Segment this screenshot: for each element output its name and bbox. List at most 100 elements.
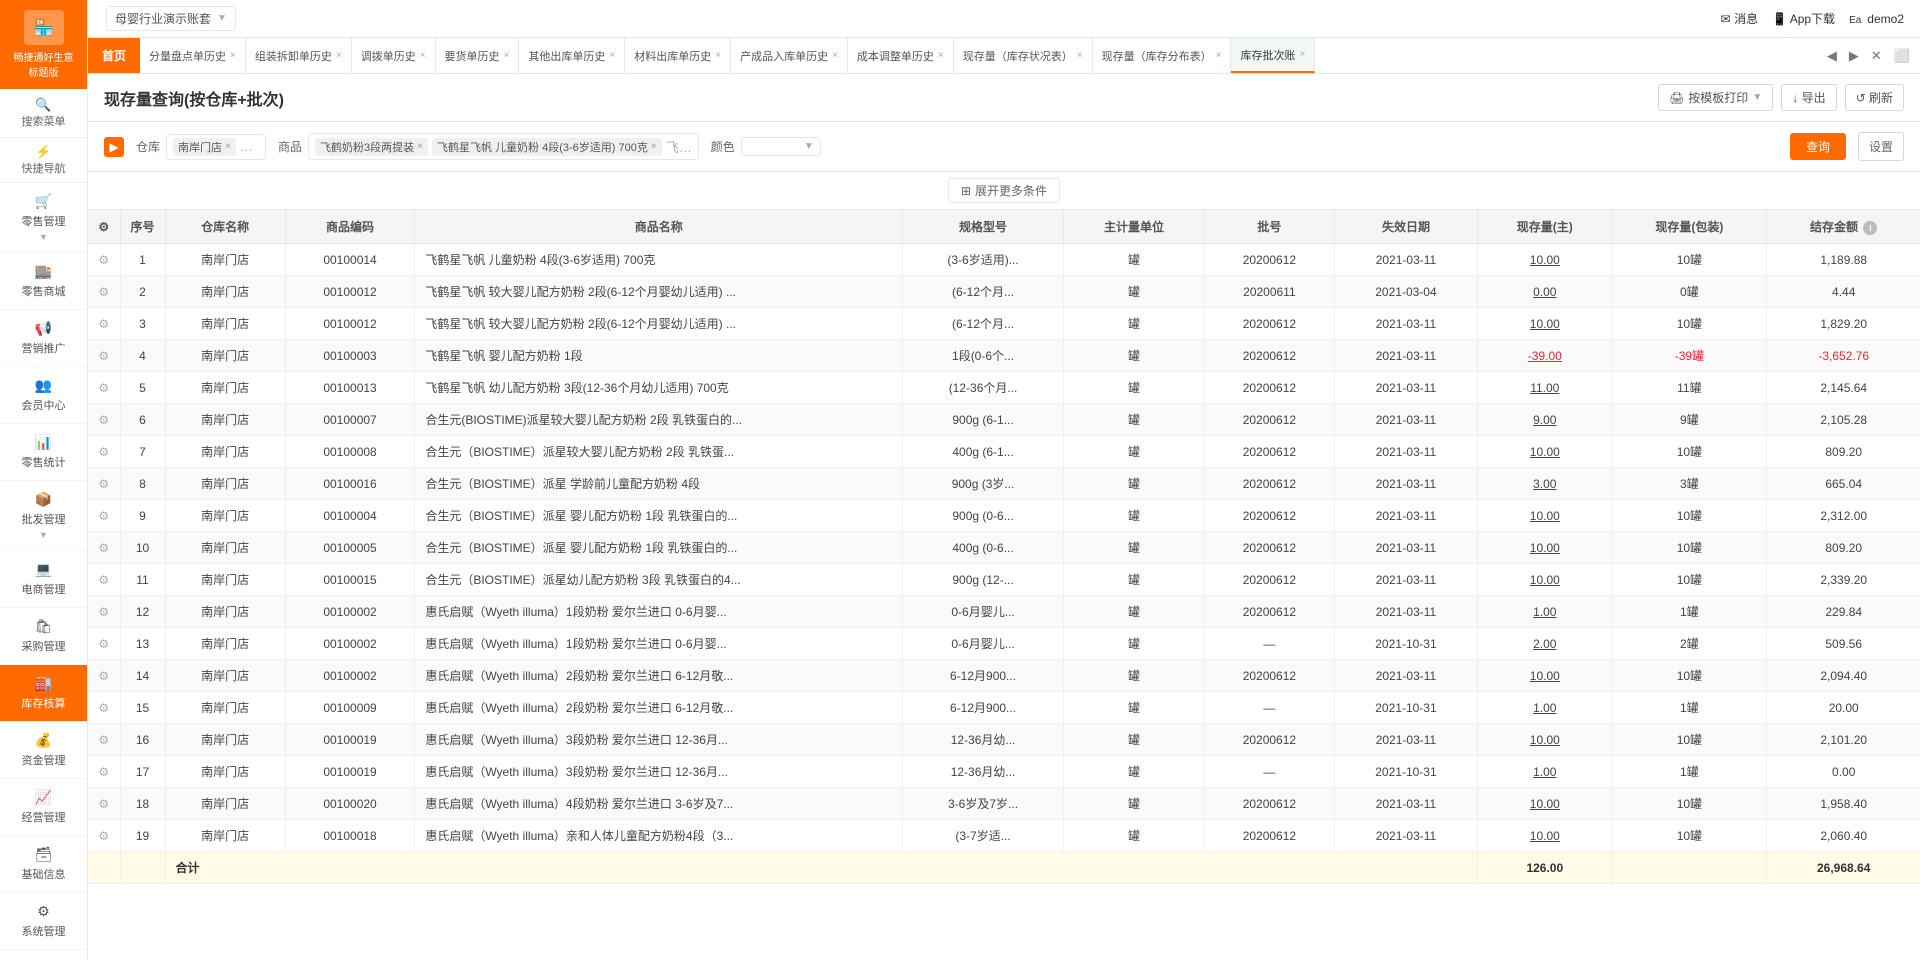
tab-close-split[interactable]: × (230, 50, 236, 61)
product-filter-input[interactable]: 飞鹤奶粉3段两提装 × 飞鹤星飞帆 儿童奶粉 4段(3-6岁适用) 700克 ×… (308, 133, 699, 160)
tab-cost-adjust[interactable]: 成本调整单历史 × (848, 38, 954, 73)
tab-close-disassemble[interactable]: × (336, 50, 342, 61)
row-qty-main[interactable]: 9.00 (1478, 404, 1612, 436)
tabs-next-icon[interactable]: ▶ (1845, 46, 1863, 66)
sidebar-item-wholesale[interactable]: 📦 批发管理 ▼ (0, 481, 87, 551)
product-tag-2-close[interactable]: × (651, 141, 657, 152)
sidebar-item-retail[interactable]: 🛒 零售管理 ▼ (0, 183, 87, 253)
tab-close-cost-adjust[interactable]: × (938, 50, 944, 61)
sidebar-shortcut[interactable]: ⚡ 快捷导航 (0, 138, 87, 183)
product-more-icon[interactable]: 飞… (666, 137, 692, 156)
app-download-action[interactable]: 📱 App下载 (1772, 10, 1835, 27)
tab-current-qty-status[interactable]: 现存量（库存状况表） × (954, 38, 1093, 73)
template-print-button[interactable]: 🖨 按模板打印 ▼ (1658, 84, 1773, 111)
industry-selector[interactable]: 母婴行业演示账套 ▼ (106, 6, 236, 31)
color-filter-input[interactable]: ▼ (741, 137, 821, 156)
sidebar-item-finance[interactable]: 💰 资金管理 (0, 722, 87, 779)
warehouse-filter-input[interactable]: 南岸门店 × … (166, 134, 266, 160)
tab-split-count[interactable]: 分量盘点单历史 × (140, 38, 246, 73)
tab-batch-voucher[interactable]: 库存批次账 × (1231, 38, 1315, 73)
tabs-maximize-icon[interactable]: ⬜ (1890, 46, 1914, 66)
tab-close-mix[interactable]: × (420, 50, 426, 61)
tab-mix[interactable]: 调拨单历史 × (352, 38, 436, 73)
sidebar-item-system[interactable]: ⚙ 系统管理 (0, 893, 87, 950)
sidebar-item-member[interactable]: 👥 会员中心 (0, 367, 87, 424)
row-setting[interactable]: ⚙ (88, 660, 120, 692)
row-qty-main[interactable]: 1.00 (1478, 596, 1612, 628)
row-qty-main[interactable]: 10.00 (1478, 308, 1612, 340)
tab-close-product-in[interactable]: × (832, 50, 838, 61)
sidebar-item-business-mgmt[interactable]: 📈 经营管理 (0, 779, 87, 836)
col-setting[interactable]: ⚙ (88, 210, 120, 244)
row-qty-main[interactable]: 3.00 (1478, 468, 1612, 500)
row-setting[interactable]: ⚙ (88, 500, 120, 532)
sidebar-item-base-info[interactable]: 🗃 基础信息 (0, 836, 87, 893)
row-qty-main[interactable]: 1.00 (1478, 692, 1612, 724)
tab-close-other-out[interactable]: × (609, 50, 615, 61)
row-setting[interactable]: ⚙ (88, 468, 120, 500)
sidebar-item-marketing[interactable]: 📢 营销推广 (0, 310, 87, 367)
row-setting[interactable]: ⚙ (88, 628, 120, 660)
row-qty-main[interactable]: 10.00 (1478, 820, 1612, 852)
row-qty-main[interactable]: 1.00 (1478, 756, 1612, 788)
row-qty-main[interactable]: 10.00 (1478, 724, 1612, 756)
tab-requisition[interactable]: 要货单历史 × (436, 38, 520, 73)
product-tag-1-close[interactable]: × (417, 141, 423, 152)
row-setting[interactable]: ⚙ (88, 820, 120, 852)
sidebar-item-enterprise[interactable]: 🤝 企业协同 (0, 950, 87, 960)
filter-expand-arrow[interactable]: ▶ (104, 137, 124, 157)
row-qty-main[interactable]: 10.00 (1478, 244, 1612, 276)
sidebar-item-ecommerce[interactable]: 💻 电商管理 (0, 551, 87, 608)
tab-disassemble[interactable]: 组装拆卸单历史 × (246, 38, 352, 73)
row-qty-main[interactable]: 10.00 (1478, 500, 1612, 532)
balance-info-icon[interactable]: i (1863, 221, 1877, 235)
row-setting[interactable]: ⚙ (88, 532, 120, 564)
tab-home[interactable]: 首页 (88, 38, 140, 73)
row-setting[interactable]: ⚙ (88, 436, 120, 468)
warehouse-more-icon[interactable]: … (240, 139, 253, 154)
row-setting[interactable]: ⚙ (88, 692, 120, 724)
expand-more-button[interactable]: ⊞ 展开更多条件 (948, 178, 1060, 203)
row-setting[interactable]: ⚙ (88, 724, 120, 756)
messages-action[interactable]: ✉ 消息 (1721, 10, 1758, 27)
sidebar-item-purchase[interactable]: 🛍 采购管理 (0, 608, 87, 665)
tab-current-qty-dist[interactable]: 现存量（库存分布表） × (1093, 38, 1232, 73)
tab-close-current-qty-status[interactable]: × (1077, 50, 1083, 61)
row-qty-main[interactable]: 0.00 (1478, 276, 1612, 308)
row-qty-main[interactable]: 10.00 (1478, 660, 1612, 692)
row-qty-main[interactable]: 10.00 (1478, 532, 1612, 564)
tab-other-out[interactable]: 其他出库单历史 × (519, 38, 625, 73)
tab-close-current-qty-dist[interactable]: × (1216, 50, 1222, 61)
row-setting[interactable]: ⚙ (88, 244, 120, 276)
warehouse-tag-close[interactable]: × (225, 141, 231, 152)
sidebar-item-inventory[interactable]: 🏭 库存核算 (0, 665, 87, 722)
user-profile[interactable]: Ea demo2 (1849, 12, 1904, 26)
row-qty-main[interactable]: 2.00 (1478, 628, 1612, 660)
sidebar-item-retail-stats[interactable]: 📊 零售统计 (0, 424, 87, 481)
refresh-button[interactable]: ↺ 刷新 (1845, 84, 1904, 111)
query-button[interactable]: 查询 (1790, 133, 1846, 160)
row-qty-main[interactable]: 10.00 (1478, 564, 1612, 596)
tab-close-requisition[interactable]: × (504, 50, 510, 61)
sidebar-item-retail-mall[interactable]: 🏬 零售商城 (0, 253, 87, 310)
settings-button[interactable]: 设置 (1858, 132, 1904, 161)
tabs-close-icon[interactable]: ✕ (1867, 46, 1886, 66)
tab-material-out[interactable]: 材料出库单历史 × (625, 38, 731, 73)
row-qty-main[interactable]: 10.00 (1478, 436, 1612, 468)
row-qty-main[interactable]: -39.00 (1478, 340, 1612, 372)
row-qty-main[interactable]: 11.00 (1478, 372, 1612, 404)
tab-close-material-out[interactable]: × (715, 50, 721, 61)
row-setting[interactable]: ⚙ (88, 756, 120, 788)
export-button[interactable]: ↓ 导出 (1781, 84, 1836, 111)
row-setting[interactable]: ⚙ (88, 564, 120, 596)
row-setting[interactable]: ⚙ (88, 372, 120, 404)
tab-close-batch-voucher[interactable]: × (1299, 49, 1305, 60)
row-setting[interactable]: ⚙ (88, 276, 120, 308)
row-setting[interactable]: ⚙ (88, 308, 120, 340)
row-qty-main[interactable]: 10.00 (1478, 788, 1612, 820)
row-setting[interactable]: ⚙ (88, 404, 120, 436)
tab-product-in[interactable]: 产成品入库单历史 × (731, 38, 848, 73)
row-setting[interactable]: ⚙ (88, 340, 120, 372)
sidebar-search[interactable]: 🔍 搜索菜单 (0, 89, 87, 138)
tabs-prev-icon[interactable]: ◀ (1823, 46, 1841, 66)
